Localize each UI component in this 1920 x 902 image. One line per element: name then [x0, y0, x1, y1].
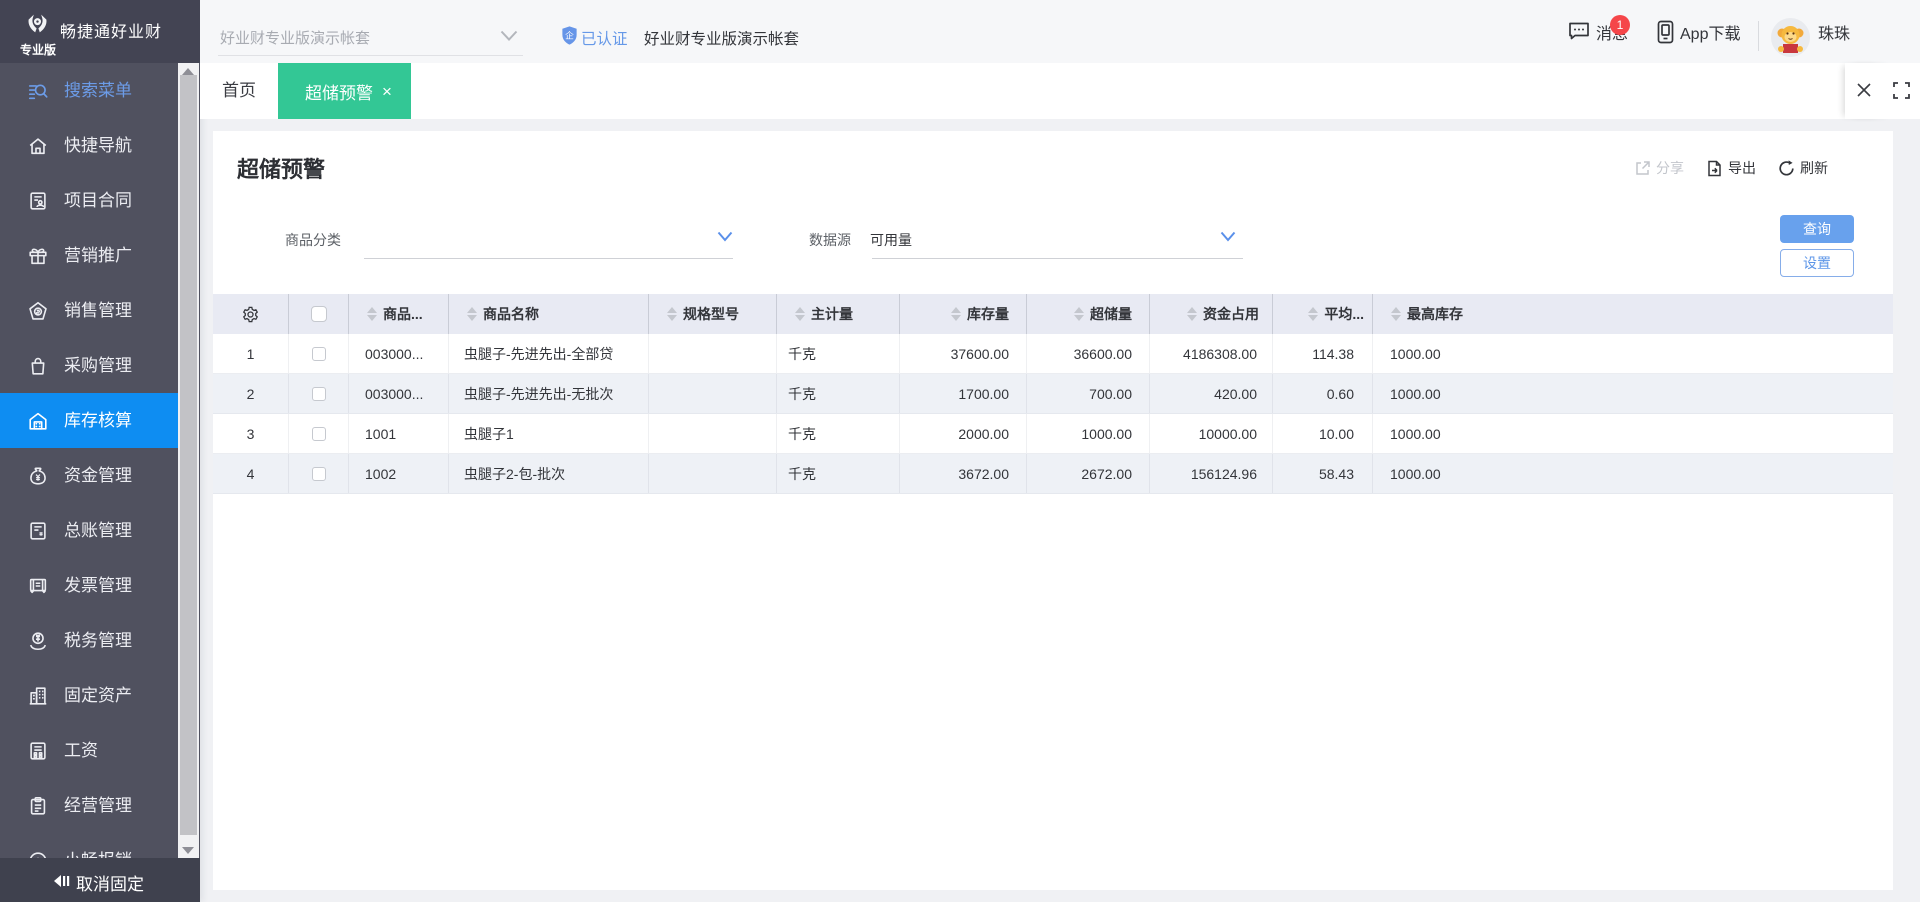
svg-text:企: 企: [565, 30, 574, 41]
